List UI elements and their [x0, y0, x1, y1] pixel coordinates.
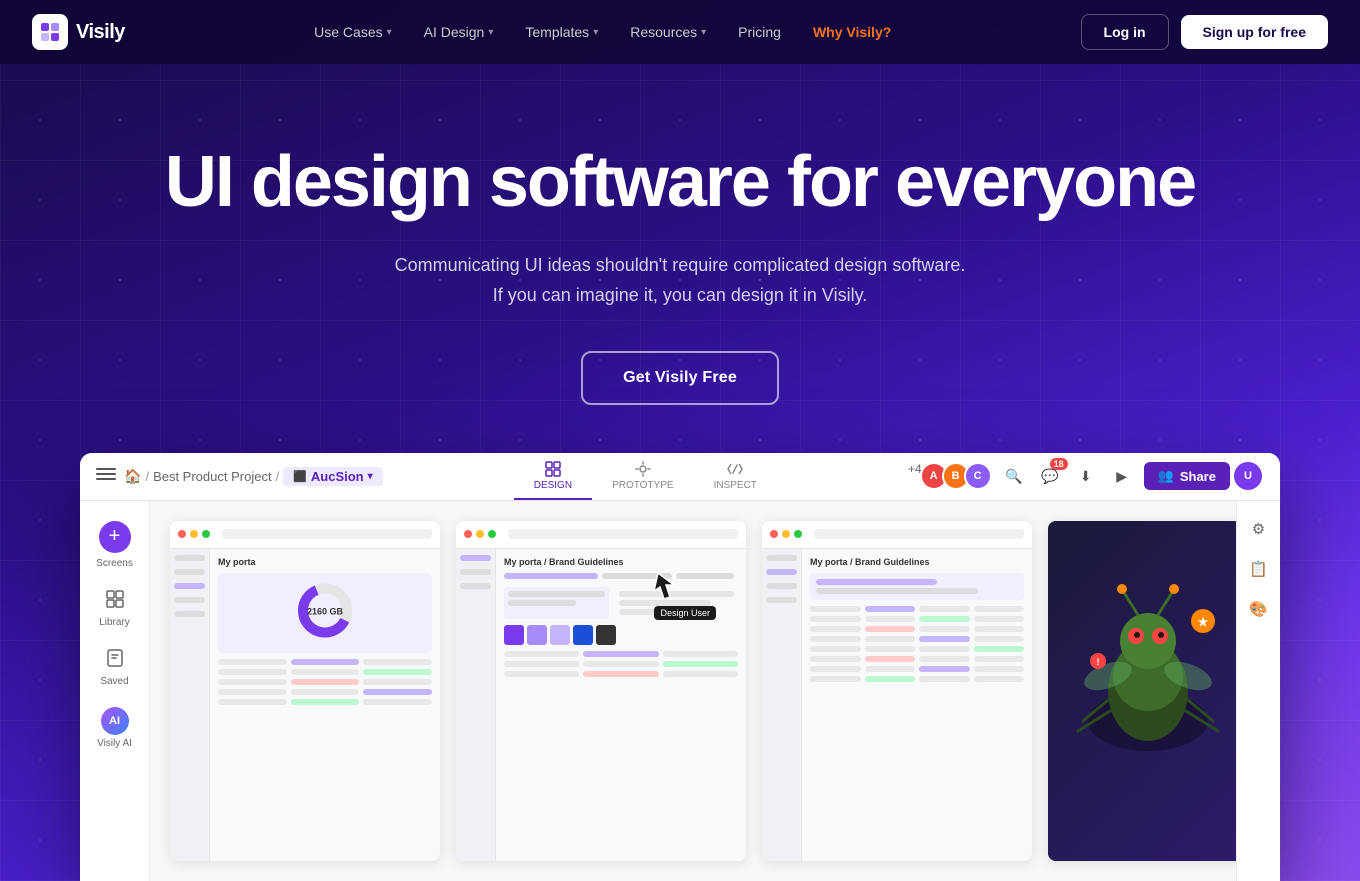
hero-subtitle: Communicating UI ideas shouldn't require…: [112, 250, 1248, 311]
decoration-3d-object: ★ !: [1048, 521, 1236, 861]
tab-inspect[interactable]: INSPECT: [694, 453, 777, 501]
nav-ai-design[interactable]: AI Design ▾: [410, 16, 508, 48]
logo-icon: [32, 14, 68, 50]
share-button[interactable]: 👥 Share: [1144, 462, 1230, 490]
signup-button[interactable]: Sign up for free: [1181, 15, 1328, 49]
screen-mockup-1: My porta 2160 GB: [170, 521, 440, 861]
comments-icon[interactable]: 💬 18: [1036, 462, 1064, 490]
chevron-down-icon: ▾: [488, 27, 493, 38]
share-icon: 👥: [1158, 468, 1174, 484]
toolbar-left: 🏠 / Best Product Project / ⬛ AucSion ▾: [96, 467, 383, 486]
filter-icon[interactable]: ⚙: [1243, 513, 1275, 545]
sidebar-item-screens[interactable]: + Screens: [86, 513, 144, 577]
layers-icon[interactable]: 📋: [1243, 553, 1275, 585]
mock-sidebar-mini-2: [456, 549, 496, 861]
tab-design[interactable]: DESIGN: [514, 453, 592, 501]
sidebar-item-saved[interactable]: Saved: [86, 640, 144, 695]
mock-chart-1: 2160 GB: [218, 573, 432, 653]
mock-content-2: My porta / Brand Guidelines: [496, 549, 746, 861]
screen-card-4: ★ !: [1048, 521, 1236, 861]
breadcrumb: 🏠 / Best Product Project / ⬛ AucSion ▾: [124, 467, 383, 486]
nav-actions: Log in Sign up for free: [1081, 14, 1328, 50]
nav-resources[interactable]: Resources ▾: [616, 16, 720, 48]
palette-icon[interactable]: 🎨: [1243, 593, 1275, 625]
chevron-down-icon: ▾: [387, 27, 392, 38]
app-preview: 🏠 / Best Product Project / ⬛ AucSion ▾: [80, 453, 1280, 881]
svg-text:★: ★: [1198, 615, 1209, 629]
app-sidebar: + Screens Library: [80, 501, 150, 881]
hamburger-icon[interactable]: [96, 468, 116, 484]
sidebar-item-visily-ai[interactable]: AI Visily AI: [86, 699, 144, 757]
nav-pricing[interactable]: Pricing: [724, 16, 795, 48]
mock-content-3: My porta / Brand Guidelines: [802, 549, 1032, 861]
app-right-panel: ⚙ 📋 🎨: [1236, 501, 1280, 881]
login-button[interactable]: Log in: [1081, 14, 1169, 50]
chevron-down-icon: ▾: [593, 27, 598, 38]
screen-card-2: My porta / Brand Guidelines: [456, 521, 746, 861]
search-icon[interactable]: 🔍: [1000, 462, 1028, 490]
screen-mockup-3: My porta / Brand Guidelines: [762, 521, 1032, 861]
mock-sidebar-mini-1: [170, 549, 210, 861]
mock-table-1: [218, 659, 432, 705]
comments-badge: 18: [1050, 458, 1068, 470]
toolbar-right: +4 A B C 🔍 💬 18 ⬇ ▶ 👥 Share: [908, 460, 1264, 492]
download-icon[interactable]: ⬇: [1072, 462, 1100, 490]
sidebar-item-library[interactable]: Library: [86, 581, 144, 636]
toolbar-tabs: DESIGN PROTOTYPE: [514, 453, 777, 501]
mock-content-1: My porta 2160 GB: [210, 549, 440, 861]
hero-content: UI design software for everyone Communic…: [80, 64, 1280, 453]
screen-card-1: My porta 2160 GB: [170, 521, 440, 861]
mock-header-1: [170, 521, 440, 549]
nav-templates[interactable]: Templates ▾: [511, 16, 612, 48]
mock-header-3: [762, 521, 1032, 549]
hero-title: UI design software for everyone: [112, 144, 1248, 222]
cta-button[interactable]: Get Visily Free: [581, 351, 779, 405]
nav-links: Use Cases ▾ AI Design ▾ Templates ▾ Reso…: [300, 16, 905, 48]
screen-card-3: My porta / Brand Guidelines: [762, 521, 1032, 861]
home-icon[interactable]: 🏠: [124, 468, 141, 485]
screen-mockup-4: ★ !: [1048, 521, 1236, 861]
play-icon[interactable]: ▶: [1108, 462, 1136, 490]
user-avatar[interactable]: U: [1232, 460, 1264, 492]
chevron-down-icon: ▾: [701, 27, 706, 38]
app-body: + Screens Library: [80, 501, 1280, 881]
library-icon: [105, 589, 125, 614]
svg-text:2160 GB: 2160 GB: [307, 606, 344, 616]
screen-mockup-2: My porta / Brand Guidelines: [456, 521, 746, 861]
add-screen-button[interactable]: +: [99, 521, 131, 553]
svg-text:!: !: [1097, 657, 1100, 667]
logo[interactable]: Visily: [32, 14, 125, 50]
saved-icon: [105, 648, 125, 673]
ai-icon: AI: [101, 707, 129, 735]
tab-prototype[interactable]: PROTOTYPE: [592, 453, 694, 501]
mock-header-2: [456, 521, 746, 549]
navbar: Visily Use Cases ▾ AI Design ▾ Templates…: [0, 0, 1360, 64]
app-window: 🏠 / Best Product Project / ⬛ AucSion ▾: [80, 453, 1280, 881]
nav-use-cases[interactable]: Use Cases ▾: [300, 16, 406, 48]
mock-table-2: [504, 651, 738, 677]
mock-sidebar-mini-3: [762, 549, 802, 861]
breadcrumb-current[interactable]: ⬛ AucSion ▾: [283, 467, 382, 486]
collaborator-avatars: +4 A B C: [908, 462, 992, 490]
avatar-3: C: [964, 462, 992, 490]
hero-section: UI design software for everyone Communic…: [0, 0, 1360, 881]
app-toolbar: 🏠 / Best Product Project / ⬛ AucSion ▾: [80, 453, 1280, 501]
logo-text: Visily: [76, 21, 125, 44]
canvas-area[interactable]: My porta 2160 GB: [150, 501, 1236, 881]
nav-why-visily[interactable]: Why Visily?: [799, 16, 905, 48]
mock-table-3: [810, 606, 1024, 682]
